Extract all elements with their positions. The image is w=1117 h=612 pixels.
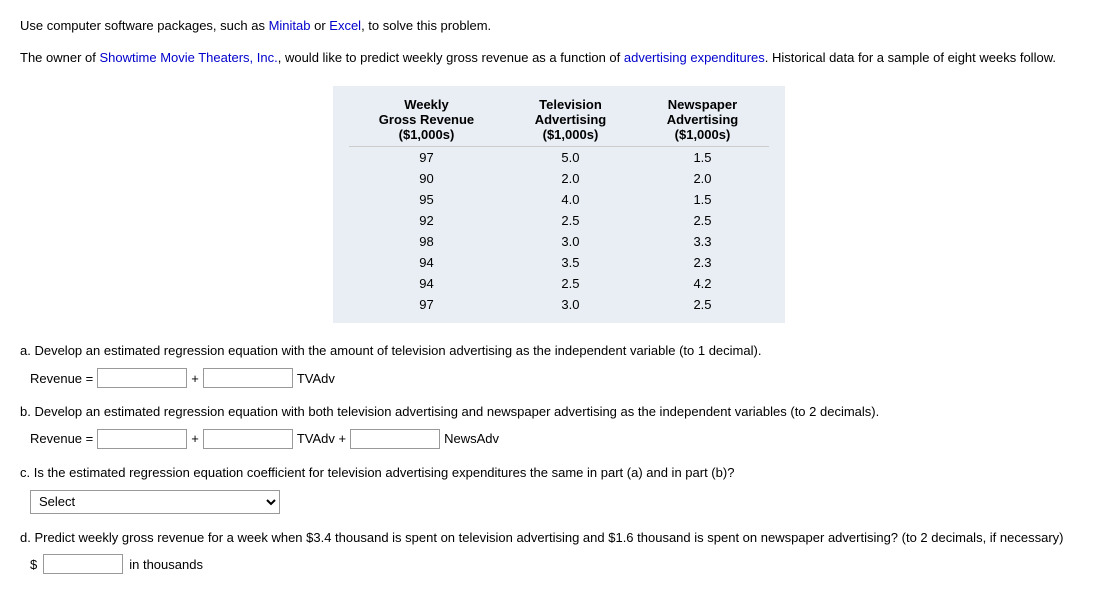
table-cell: 4.2 [636, 273, 768, 294]
col-header-tv-2: Advertising [504, 112, 636, 127]
table-cell: 2.5 [636, 294, 768, 315]
table-cell: 2.5 [504, 210, 636, 231]
section-b-plus1: + [191, 431, 199, 446]
section-b-label: b. Develop an estimated regression equat… [20, 402, 1097, 423]
table-row: 975.01.5 [349, 147, 769, 169]
table-cell: 3.0 [504, 231, 636, 252]
table-background: Weekly Television Newspaper Gross Revenu… [333, 86, 785, 323]
section-b-input1[interactable] [97, 429, 187, 449]
table-cell: 95 [349, 189, 505, 210]
data-table: Weekly Television Newspaper Gross Revenu… [349, 94, 769, 315]
col-header-news-2: Advertising [636, 112, 768, 127]
section-b-formula: Revenue = + TVAdv + NewsAdv [30, 429, 1097, 449]
section-b: b. Develop an estimated regression equat… [20, 402, 1097, 449]
section-a-formula: Revenue = + TVAdv [30, 368, 1097, 388]
table-cell: 97 [349, 147, 505, 169]
section-d-suffix: in thousands [129, 557, 203, 572]
table-cell: 98 [349, 231, 505, 252]
section-b-prefix: Revenue = [30, 431, 93, 446]
section-a-plus: + [191, 371, 199, 386]
section-a-tvadv: TVAdv [297, 371, 335, 386]
table-row: 902.02.0 [349, 168, 769, 189]
table-cell: 2.0 [504, 168, 636, 189]
intro-text: Use computer software packages, such as … [20, 16, 1097, 36]
excel-link[interactable]: Excel [329, 18, 361, 33]
section-a-input2[interactable] [203, 368, 293, 388]
table-cell: 1.5 [636, 189, 768, 210]
data-table-section: Weekly Television Newspaper Gross Revenu… [20, 86, 1097, 323]
table-row: 973.02.5 [349, 294, 769, 315]
table-row: 954.01.5 [349, 189, 769, 210]
table-cell: 2.0 [636, 168, 768, 189]
section-c-label: c. Is the estimated regression equation … [20, 463, 1097, 484]
section-b-newsadv: NewsAdv [444, 431, 499, 446]
table-cell: 97 [349, 294, 505, 315]
section-a-input1[interactable] [97, 368, 187, 388]
table-cell: 2.5 [504, 273, 636, 294]
section-b-input2[interactable] [203, 429, 293, 449]
section-d-input[interactable] [43, 554, 123, 574]
col-header-tv-1: Television [504, 94, 636, 112]
section-d: d. Predict weekly gross revenue for a we… [20, 528, 1097, 575]
table-row: 942.54.2 [349, 273, 769, 294]
section-a-prefix: Revenue = [30, 371, 93, 386]
table-row: 943.52.3 [349, 252, 769, 273]
section-b-input3[interactable] [350, 429, 440, 449]
table-cell: 3.3 [636, 231, 768, 252]
table-cell: 4.0 [504, 189, 636, 210]
section-c-select[interactable]: SelectYesNo [30, 490, 280, 514]
section-d-label: d. Predict weekly gross revenue for a we… [20, 528, 1097, 549]
col-header-weekly-3: ($1,000s) [349, 127, 505, 147]
table-row: 983.03.3 [349, 231, 769, 252]
section-b-tvadv: TVAdv + [297, 431, 346, 446]
table-cell: 2.3 [636, 252, 768, 273]
table-cell: 3.5 [504, 252, 636, 273]
col-header-news-1: Newspaper [636, 94, 768, 112]
section-d-input-row: $ in thousands [30, 554, 1097, 574]
table-row: 922.52.5 [349, 210, 769, 231]
table-cell: 90 [349, 168, 505, 189]
col-header-weekly-1: Weekly [349, 94, 505, 112]
table-cell: 92 [349, 210, 505, 231]
col-header-weekly-2: Gross Revenue [349, 112, 505, 127]
table-cell: 3.0 [504, 294, 636, 315]
table-cell: 5.0 [504, 147, 636, 169]
table-cell: 94 [349, 273, 505, 294]
col-header-tv-3: ($1,000s) [504, 127, 636, 147]
table-cell: 2.5 [636, 210, 768, 231]
minitab-link[interactable]: Minitab [269, 18, 311, 33]
table-cell: 1.5 [636, 147, 768, 169]
col-header-news-3: ($1,000s) [636, 127, 768, 147]
table-cell: 94 [349, 252, 505, 273]
main-description: The owner of Showtime Movie Theaters, In… [20, 48, 1097, 69]
section-c: c. Is the estimated regression equation … [20, 463, 1097, 514]
section-d-dollar: $ [30, 557, 37, 572]
section-a-label: a. Develop an estimated regression equat… [20, 341, 1097, 362]
section-a: a. Develop an estimated regression equat… [20, 341, 1097, 388]
section-c-select-row: SelectYesNo [30, 490, 1097, 514]
